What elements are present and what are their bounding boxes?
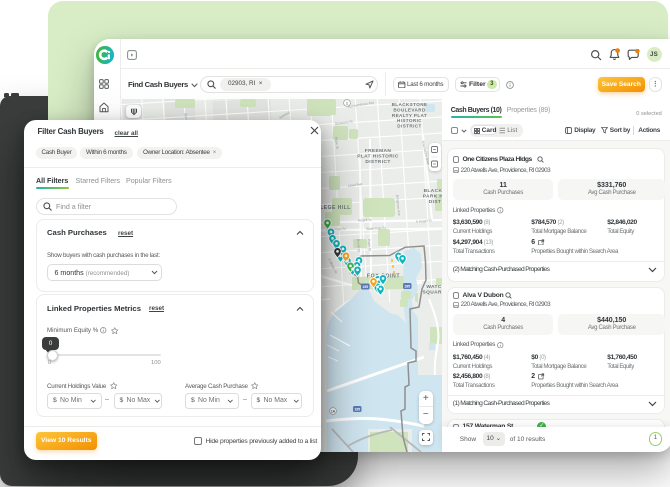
svg-text:BLACKSTONE: BLACKSTONE bbox=[391, 102, 427, 107]
svg-text:1A: 1A bbox=[330, 410, 335, 414]
svg-text:195: 195 bbox=[404, 285, 410, 289]
svg-text:Hope St: Hope St bbox=[367, 239, 372, 252]
svg-text:BOULEVARD: BOULEVARD bbox=[393, 107, 426, 112]
svg-text:DIST: DIST bbox=[428, 199, 441, 205]
svg-text:DISTRICT: DISTRICT bbox=[365, 159, 390, 165]
svg-text:Sessions St: Sessions St bbox=[334, 120, 352, 126]
svg-text:FREEMAN: FREEMAN bbox=[364, 148, 391, 154]
svg-text:PLAT HISTORIC: PLAT HISTORIC bbox=[357, 154, 399, 160]
svg-text:Rochambeau Ave: Rochambeau Ave bbox=[347, 100, 374, 109]
svg-text:195: 195 bbox=[362, 285, 368, 289]
svg-text:SQUARE: SQUARE bbox=[422, 290, 442, 296]
svg-text:Angell St: Angell St bbox=[357, 218, 371, 223]
svg-text:WATC: WATC bbox=[426, 284, 442, 290]
svg-text:BLACK: BLACK bbox=[423, 188, 442, 194]
svg-text:HISTORIC: HISTORIC bbox=[396, 118, 421, 123]
svg-text:195: 195 bbox=[354, 408, 360, 412]
svg-text:REALTY PLAT: REALTY PLAT bbox=[391, 113, 426, 118]
svg-text:S Water St: S Water St bbox=[327, 258, 338, 274]
svg-text:Admiral: Admiral bbox=[278, 111, 290, 120]
svg-text:S Angel St: S Angel St bbox=[415, 218, 431, 224]
svg-text:Hope St: Hope St bbox=[334, 137, 339, 150]
svg-text:DISTRICT: DISTRICT bbox=[397, 124, 421, 129]
svg-text:PARK H: PARK H bbox=[422, 194, 442, 200]
svg-text:Elmgrove Ave: Elmgrove Ave bbox=[395, 195, 401, 216]
